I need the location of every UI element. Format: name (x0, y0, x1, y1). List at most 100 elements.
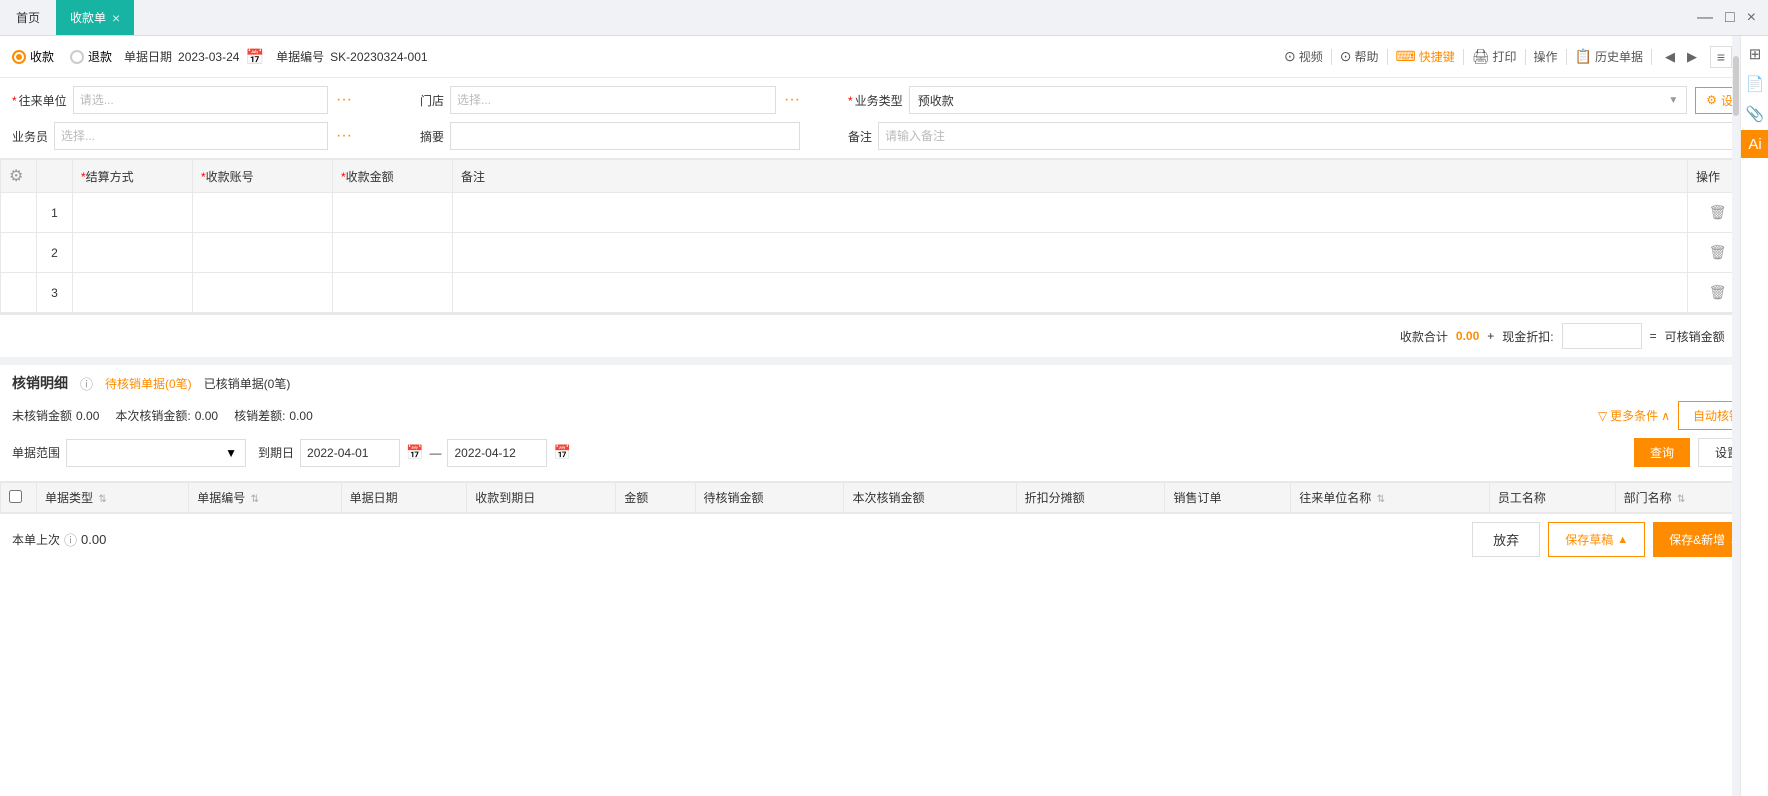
col-settle-label: 结算方式 (86, 170, 134, 184)
video-label: 视频 (1299, 48, 1323, 65)
pending-tab[interactable]: 待核销单据(0笔) (105, 375, 192, 392)
row2-delete-icon[interactable]: 🗑 (1709, 244, 1727, 261)
sidebar-doc-icon[interactable]: 📄 (1741, 70, 1768, 98)
current-value: 0.00 (195, 409, 218, 423)
col-discount-header: 折扣分摊额 (1016, 483, 1165, 513)
row1-remark[interactable] (453, 193, 1688, 233)
help-btn[interactable]: ⊙ 帮助 (1340, 48, 1379, 65)
remark-input[interactable] (878, 122, 1756, 150)
row3-remark[interactable] (453, 273, 1688, 313)
col-current-header: 本次核销金额 (844, 483, 1016, 513)
draft-btn[interactable]: 保存草稿 ▲ (1548, 522, 1645, 557)
business-type-value: 预收款 (918, 92, 1665, 109)
row3-delete-icon[interactable]: 🗑 (1709, 284, 1727, 301)
shortcut-btn[interactable]: ⌨ 快捷键 (1396, 48, 1455, 65)
shortcut-icon: ⌨ (1396, 48, 1416, 65)
date-to-icon[interactable]: 📅 (553, 444, 570, 461)
shortcut-label: 快捷键 (1419, 48, 1455, 65)
query-btn[interactable]: 查询 (1634, 438, 1690, 467)
abandon-btn[interactable]: 放弃 (1472, 522, 1540, 557)
shop-input[interactable] (450, 86, 776, 114)
partner-field: 往来单位 ··· (12, 86, 352, 114)
bottom-info-icon[interactable]: ⓘ (64, 530, 77, 549)
select-all-checkbox[interactable] (9, 490, 22, 503)
shoukuan-radio[interactable]: 收款 (12, 48, 54, 65)
col-remark-label: 备注 (461, 170, 485, 184)
operate-btn[interactable]: 操作 (1534, 48, 1558, 65)
staff-input[interactable] (54, 122, 328, 150)
tuikuan-radio-label: 退款 (88, 48, 112, 65)
partner-label: 往来单位 (12, 92, 67, 109)
staff-more-icon[interactable]: ··· (336, 127, 352, 145)
row1-account[interactable] (193, 193, 333, 233)
tuikuan-radio[interactable]: 退款 (70, 48, 112, 65)
col-partner-label: 往来单位名称 (1299, 491, 1371, 505)
list-view-btn[interactable]: ≡ (1710, 46, 1732, 68)
right-sidebar: ⊞ 📄 📎 Ai (1740, 36, 1768, 796)
business-type-dropdown[interactable]: 预收款 ▼ (909, 86, 1688, 114)
hexiao-info-icon[interactable]: ⓘ (80, 374, 93, 393)
hexiao-title: 核销明细 (12, 373, 68, 393)
col-type-header: 单据类型 ⇅ (37, 483, 189, 513)
col-settle-header: *结算方式 (73, 160, 193, 193)
summary-input[interactable] (450, 122, 800, 150)
row3-amount[interactable] (333, 273, 453, 313)
business-type-arrow: ▼ (1668, 95, 1678, 106)
print-btn[interactable]: 🖨 打印 (1472, 48, 1517, 65)
discount-input[interactable] (1562, 323, 1642, 349)
close-window-icon[interactable]: × (1743, 5, 1760, 31)
form-row-1: 往来单位 ··· 门店 ··· 业务类型 预收款 ▼ ⚙ 设置 (12, 86, 1756, 114)
row3-account[interactable] (193, 273, 333, 313)
shop-more-icon[interactable]: ··· (784, 91, 800, 109)
page-bottom: 本单上次 ⓘ 0.00 放弃 保存草稿 ▲ 保存&新增 ▲ (0, 513, 1768, 565)
data-table-section: ⚙ *结算方式 *收款账号 *收款金额 备注 (0, 159, 1768, 314)
shop-label: 门店 (420, 92, 444, 109)
home-tab[interactable]: 首页 (0, 0, 56, 35)
video-btn[interactable]: ⊙ 视频 (1284, 48, 1323, 65)
row2-remark[interactable] (453, 233, 1688, 273)
prev-arrow[interactable]: ◀ (1660, 47, 1680, 67)
row1-settle[interactable] (73, 193, 193, 233)
bottom-info: 本单上次 ⓘ 0.00 (12, 530, 106, 549)
shoukuan-tab[interactable]: 收款单 × (56, 0, 134, 35)
sort-icon-partner: ⇅ (1377, 494, 1385, 505)
row1-amount[interactable] (333, 193, 453, 233)
sidebar-ai-icon[interactable]: Ai (1741, 130, 1768, 158)
sort-icon-num: ⇅ (251, 494, 259, 505)
col-date-header: 单据日期 (341, 483, 467, 513)
sidebar-table-icon[interactable]: ⊞ (1741, 40, 1768, 68)
current-label: 本次核销金额: (115, 407, 190, 424)
scroll-thumb[interactable] (1733, 56, 1739, 116)
date-picker-icon[interactable]: 📅 (245, 48, 264, 66)
date-from-input[interactable] (300, 439, 400, 467)
history-label: 历史单据 (1595, 48, 1643, 65)
table-settings-icon[interactable]: ⚙ (9, 168, 23, 185)
date-from-icon[interactable]: 📅 (406, 444, 423, 461)
scope-arrow: ▼ (225, 446, 237, 460)
more-conditions-label: 更多条件 (1610, 407, 1658, 424)
scope-select[interactable]: ▼ (66, 439, 246, 467)
date-range-label: 到期日 (258, 444, 294, 461)
row3-settings (1, 273, 37, 313)
more-conditions-btn[interactable]: ▽ 更多条件 ∧ (1598, 407, 1670, 424)
next-arrow[interactable]: ▶ (1682, 47, 1702, 67)
minimize-icon[interactable]: — (1693, 5, 1717, 31)
col-dept-label: 部门名称 (1624, 491, 1672, 505)
col-due-date-label: 收款到期日 (475, 491, 535, 505)
row2-account[interactable] (193, 233, 333, 273)
partner-input[interactable] (73, 86, 328, 114)
row3-settle[interactable] (73, 273, 193, 313)
row2-settle[interactable] (73, 233, 193, 273)
remark-label: 备注 (848, 128, 872, 145)
col-discount-label: 折扣分摊额 (1025, 491, 1085, 505)
date-to-input[interactable] (447, 439, 547, 467)
partner-more-icon[interactable]: ··· (336, 91, 352, 109)
history-btn[interactable]: 📋 历史单据 (1575, 48, 1643, 65)
number-label: 单据编号 (276, 48, 324, 65)
row2-amount[interactable] (333, 233, 453, 273)
sidebar-attachment-icon[interactable]: 📎 (1741, 100, 1768, 128)
maximize-icon[interactable]: □ (1721, 5, 1739, 31)
row1-delete-icon[interactable]: 🗑 (1709, 204, 1727, 221)
close-tab-icon[interactable]: × (112, 10, 120, 26)
done-tab[interactable]: 已核销单据(0笔) (204, 375, 291, 392)
